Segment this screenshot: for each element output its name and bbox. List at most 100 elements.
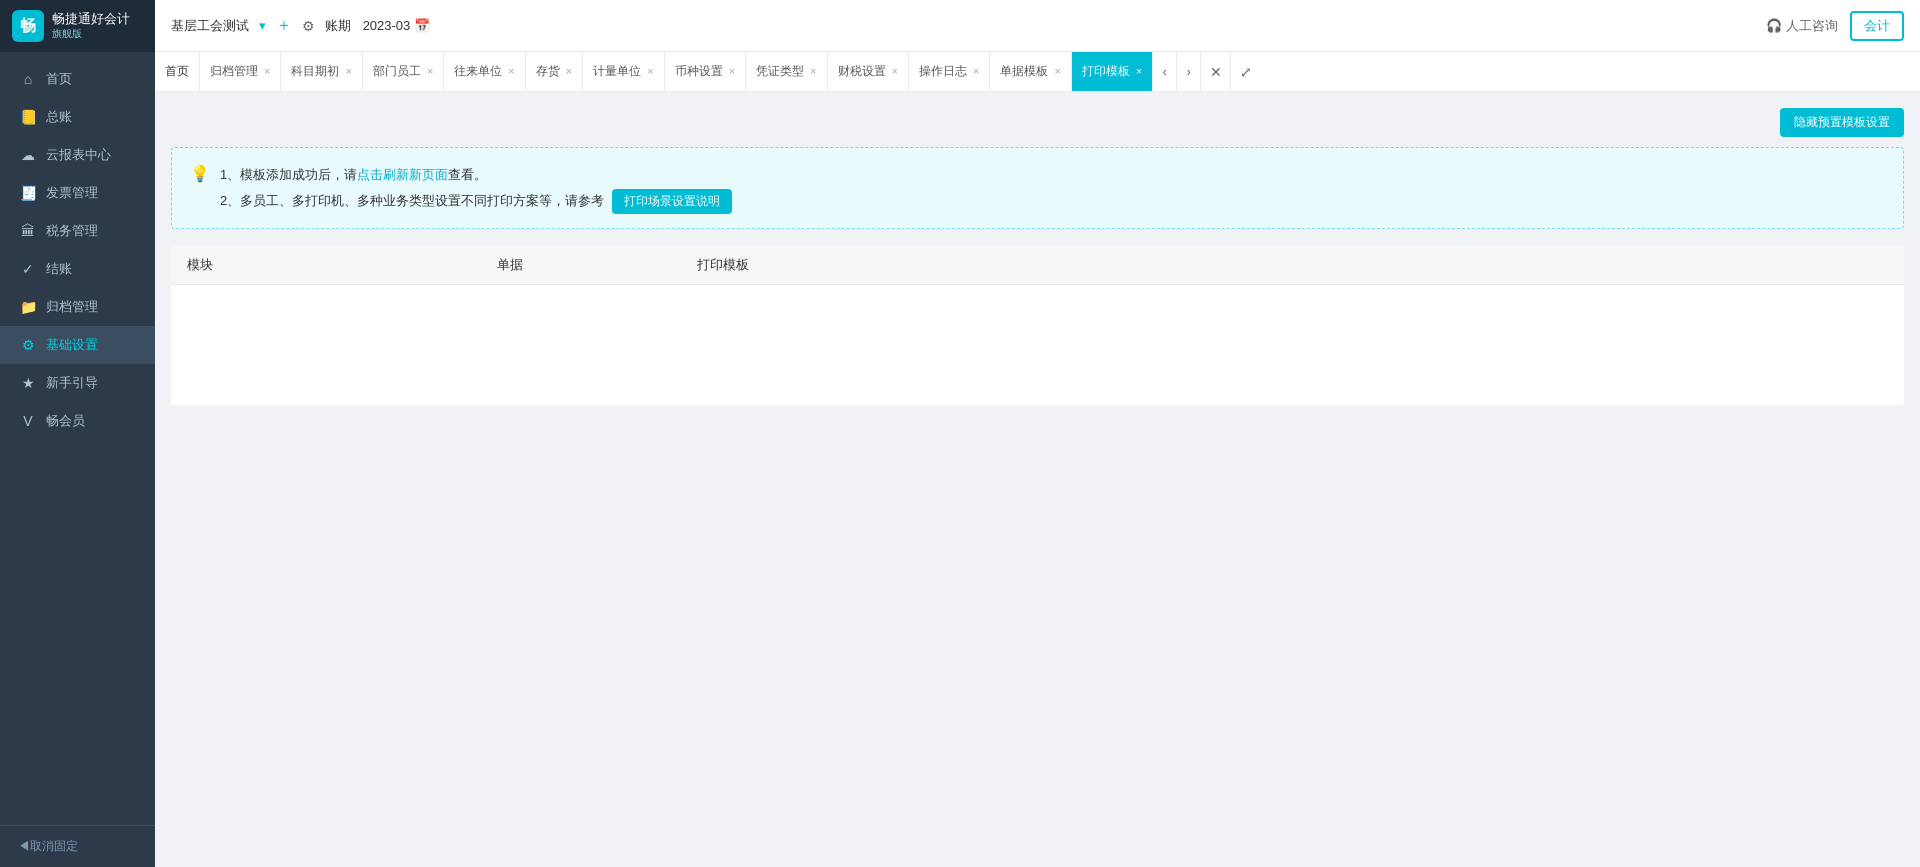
tab-label: 科目期初 xyxy=(291,63,339,80)
refresh-link[interactable]: 点击刷新新页面 xyxy=(357,167,448,182)
tab-close-btn[interactable]: × xyxy=(566,66,572,77)
info-line1: 1、模板添加成功后，请点击刷新新页面查看。 xyxy=(220,162,732,188)
member-icon: V xyxy=(18,413,38,429)
tab-label: 凭证类型 xyxy=(756,63,804,80)
tab-close-btn[interactable]: × xyxy=(345,66,351,77)
tab-close-btn[interactable]: × xyxy=(508,66,514,77)
print-template-table: 模块 单据 打印模板 xyxy=(171,245,1904,405)
sidebar-item-label: 归档管理 xyxy=(46,298,98,316)
sidebar-item-label: 结账 xyxy=(46,260,72,278)
sidebar: 畅 畅捷通好会计 旗舰版 ⌂ 首页 📒 总账 ☁ 云报表中心 🧾 发票管理 🏛 … xyxy=(0,0,155,867)
sidebar-item-label: 总账 xyxy=(46,108,72,126)
topbar: 基层工会测试 ▾ ＋ ⚙ 账期 2023-03 📅 🎧 人工咨询 会计 xyxy=(155,0,1920,52)
calendar-icon[interactable]: 📅 xyxy=(414,18,430,33)
tab-label: 打印模板 xyxy=(1082,63,1130,80)
tab-scroll-left[interactable]: ‹ xyxy=(1153,52,1177,92)
content-area: 隐藏预置模板设置 💡 1、模板添加成功后，请点击刷新新页面查看。 2、多员工、多… xyxy=(155,92,1920,867)
headset-icon: 🎧 xyxy=(1766,18,1782,33)
app-logo-icon: 畅 xyxy=(12,10,44,42)
sidebar-item-settings[interactable]: ⚙ 基础设置 xyxy=(0,326,155,364)
sidebar-item-guide[interactable]: ★ 新手引导 xyxy=(0,364,155,402)
settings-icon: ⚙ xyxy=(18,337,38,353)
tab-close-btn[interactable]: × xyxy=(1136,66,1142,77)
tab-taxset[interactable]: 财税设置 × xyxy=(828,52,909,92)
tab-label: 存货 xyxy=(536,63,560,80)
tab-voucher[interactable]: 凭证类型 × xyxy=(746,52,827,92)
tab-oplog[interactable]: 操作日志 × xyxy=(909,52,990,92)
tab-expand-btn[interactable]: ⤢ xyxy=(1231,52,1261,92)
sidebar-nav: ⌂ 首页 📒 总账 ☁ 云报表中心 🧾 发票管理 🏛 税务管理 ✓ 结账 📁 归… xyxy=(0,52,155,825)
col-doc-header: 单据 xyxy=(481,256,681,274)
tab-inventory[interactable]: 存货 × xyxy=(526,52,583,92)
tab-label: 部门员工 xyxy=(373,63,421,80)
info-line2: 2、多员工、多打印机、多种业务类型设置不同打印方案等，请参考 打印场景设置说明 xyxy=(220,188,732,214)
sidebar-item-label: 畅会员 xyxy=(46,412,85,430)
sidebar-item-label: 发票管理 xyxy=(46,184,98,202)
sidebar-item-ledger[interactable]: 📒 总账 xyxy=(0,98,155,136)
tab-close-all-btn[interactable]: ✕ xyxy=(1201,52,1231,92)
sidebar-item-tax[interactable]: 🏛 税务管理 xyxy=(0,212,155,250)
tax-icon: 🏛 xyxy=(18,223,38,239)
sidebar-item-checkout[interactable]: ✓ 结账 xyxy=(0,250,155,288)
tab-label: 归档管理 xyxy=(210,63,258,80)
tab-close-btn[interactable]: × xyxy=(729,66,735,77)
tab-close-btn[interactable]: × xyxy=(264,66,270,77)
content-topright: 隐藏预置模板设置 xyxy=(171,108,1904,137)
service-btn[interactable]: 🎧 人工咨询 xyxy=(1766,17,1838,35)
sidebar-item-report[interactable]: ☁ 云报表中心 xyxy=(0,136,155,174)
home-icon: ⌂ xyxy=(18,71,38,87)
guide-icon: ★ xyxy=(18,375,38,391)
tabbar: 首页归档管理×科目期初×部门员工×往来单位×存货×计量单位×币种设置×凭证类型×… xyxy=(155,52,1920,92)
bulb-icon: 💡 xyxy=(190,164,210,183)
company-dropdown[interactable]: ▾ xyxy=(259,18,266,33)
sidebar-item-label: 新手引导 xyxy=(46,374,98,392)
sidebar-item-label: 云报表中心 xyxy=(46,146,111,164)
tab-home[interactable]: 首页 xyxy=(155,52,200,92)
hide-template-btn[interactable]: 隐藏预置模板设置 xyxy=(1780,108,1904,137)
tab-label: 单据模板 xyxy=(1000,63,1048,80)
tab-close-btn[interactable]: × xyxy=(427,66,433,77)
archive-icon: 📁 xyxy=(18,299,38,315)
account-btn[interactable]: 会计 xyxy=(1850,11,1904,41)
main-area: 基层工会测试 ▾ ＋ ⚙ 账期 2023-03 📅 🎧 人工咨询 会计 首页归档… xyxy=(155,0,1920,867)
tab-close-btn[interactable]: × xyxy=(892,66,898,77)
tab-close-btn[interactable]: × xyxy=(973,66,979,77)
company-name: 基层工会测试 xyxy=(171,17,249,35)
sidebar-item-home[interactable]: ⌂ 首页 xyxy=(0,60,155,98)
invoice-icon: 🧾 xyxy=(18,185,38,201)
sidebar-item-label: 税务管理 xyxy=(46,222,98,240)
col-module-header: 模块 xyxy=(171,256,481,274)
tab-scroll-right[interactable]: › xyxy=(1177,52,1201,92)
tab-dept[interactable]: 部门员工 × xyxy=(363,52,444,92)
tab-archive[interactable]: 归档管理 × xyxy=(200,52,281,92)
table-header: 模块 单据 打印模板 xyxy=(171,245,1904,285)
report-icon: ☁ xyxy=(18,147,38,163)
sidebar-item-label: 首页 xyxy=(46,70,72,88)
sidebar-logo: 畅 畅捷通好会计 旗舰版 xyxy=(0,0,155,52)
add-company-btn[interactable]: ＋ xyxy=(276,15,292,36)
tab-singledoc[interactable]: 单据模板 × xyxy=(990,52,1071,92)
ledger-icon: 📒 xyxy=(18,109,38,125)
tab-unit[interactable]: 计量单位 × xyxy=(583,52,664,92)
tab-close-btn[interactable]: × xyxy=(647,66,653,77)
table-body xyxy=(171,285,1904,405)
tab-label: 计量单位 xyxy=(593,63,641,80)
sidebar-item-label: 基础设置 xyxy=(46,336,98,354)
sidebar-item-archive[interactable]: 📁 归档管理 xyxy=(0,288,155,326)
sidebar-item-invoice[interactable]: 🧾 发票管理 xyxy=(0,174,155,212)
explain-btn[interactable]: 打印场景设置说明 xyxy=(612,189,732,214)
tab-partner[interactable]: 往来单位× xyxy=(444,52,525,92)
sidebar-item-member[interactable]: V 畅会员 xyxy=(0,402,155,440)
settings-icon[interactable]: ⚙ xyxy=(302,18,315,34)
tab-close-btn[interactable]: × xyxy=(810,66,816,77)
tab-label: 操作日志 xyxy=(919,63,967,80)
tab-label: 财税设置 xyxy=(838,63,886,80)
tab-printtemplate[interactable]: 打印模板 × xyxy=(1072,52,1153,92)
tab-period[interactable]: 科目期初 × xyxy=(281,52,362,92)
period-display: 账期 2023-03 📅 xyxy=(325,17,430,35)
sidebar-unpin[interactable]: ◀取消固定 xyxy=(0,825,155,867)
tab-close-btn[interactable]: × xyxy=(1054,66,1060,77)
tab-currency[interactable]: 币种设置× xyxy=(665,52,746,92)
info-box: 💡 1、模板添加成功后，请点击刷新新页面查看。 2、多员工、多打印机、多种业务类… xyxy=(171,147,1904,229)
col-template-header: 打印模板 xyxy=(681,256,1904,274)
